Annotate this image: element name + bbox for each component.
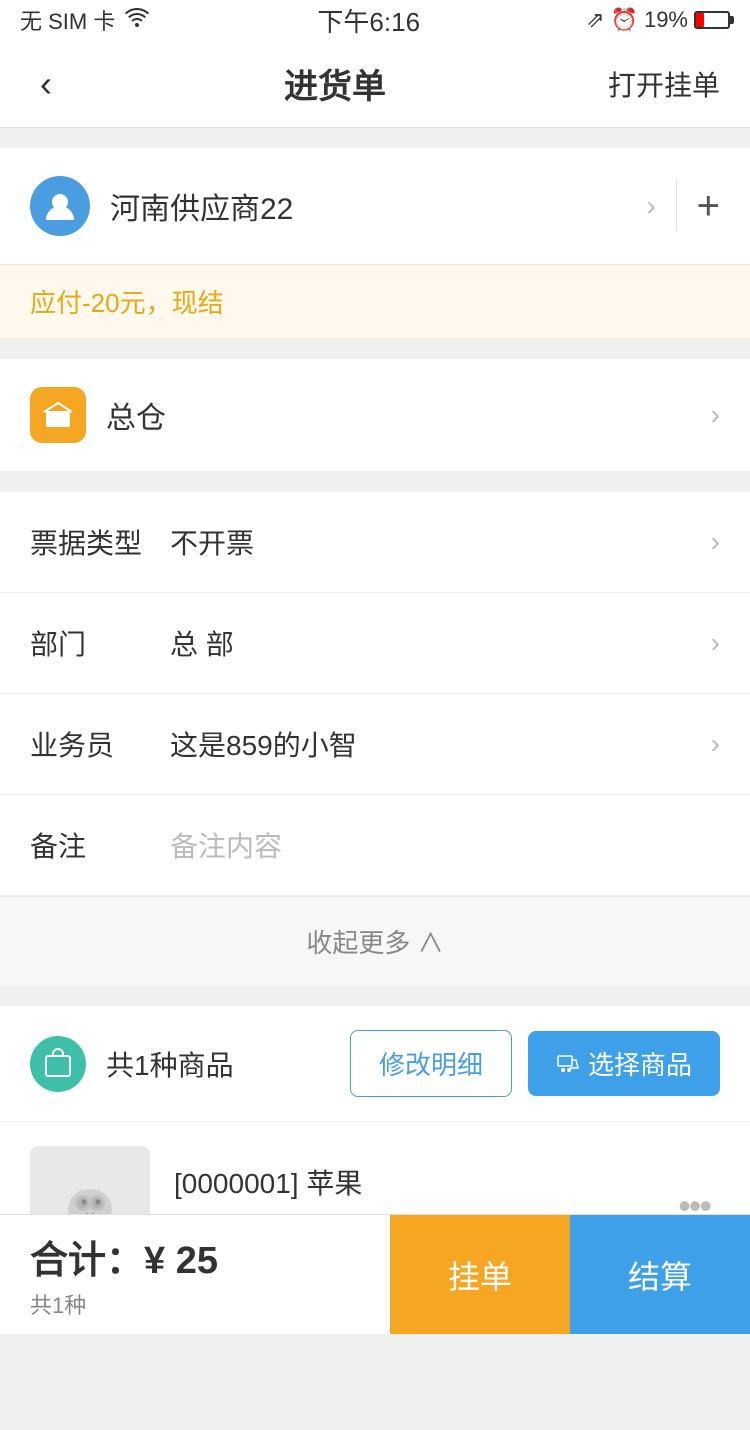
add-supplier-button[interactable]: + (697, 184, 720, 229)
warehouse-row[interactable]: 总仓 › (0, 359, 750, 472)
warehouse-icon (30, 387, 86, 443)
status-left: 无 SIM 卡 (20, 4, 151, 36)
supplier-divider (676, 181, 677, 231)
status-time: 下午6:16 (317, 2, 420, 39)
supplier-avatar (30, 176, 90, 236)
battery-icon (694, 11, 730, 29)
product-header: 共1种商品 修改明细 选择商品 (0, 1006, 750, 1121)
dept-arrow-icon: › (711, 627, 720, 659)
product-icon (30, 1036, 86, 1092)
nav-bar: ‹ 进货单 打开挂单 (0, 40, 750, 128)
checkout-button[interactable]: 结算 (570, 1215, 750, 1334)
hang-order-button[interactable]: 挂单 (390, 1215, 570, 1334)
invoice-type-label: 票据类型 (30, 522, 150, 562)
battery-percent: 19% (644, 7, 688, 33)
total-section: 合计：¥ 25 共1种 (0, 1215, 390, 1334)
supplier-name: 河南供应商22 (110, 184, 646, 228)
supplier-row[interactable]: 河南供应商22 › + (0, 148, 750, 264)
bottom-bar: 合计：¥ 25 共1种 挂单 结算 (0, 1214, 750, 1334)
dept-value: 总 部 (150, 623, 711, 663)
hang-order-label: 挂单 (448, 1252, 512, 1298)
page-title: 进货单 (284, 59, 386, 108)
status-bar: 无 SIM 卡 下午6:16 ⇗ ⏰ 19% (0, 0, 750, 40)
product-code: [0000001] (174, 1168, 299, 1199)
invoice-type-arrow-icon: › (711, 526, 720, 558)
sales-value: 这是859的小智 (150, 724, 711, 764)
product-title: 苹果 (306, 1168, 362, 1199)
remark-input[interactable]: 备注内容 (150, 825, 720, 865)
wifi-icon (123, 7, 151, 33)
sales-row[interactable]: 业务员 这是859的小智 › (0, 694, 750, 795)
collapse-label: 收起更多 ∧ (306, 928, 443, 958)
warehouse-name: 总仓 (106, 393, 711, 437)
select-product-button[interactable]: 选择商品 (528, 1031, 720, 1096)
remark-label: 备注 (30, 825, 150, 865)
dept-label: 部门 (30, 623, 150, 663)
remark-row[interactable]: 备注 备注内容 (0, 795, 750, 896)
alarm-icon: ⏰ (611, 7, 638, 33)
form-section: 票据类型 不开票 › 部门 总 部 › 业务员 这是859的小智 › 备注 备注… (0, 492, 750, 896)
invoice-type-value: 不开票 (150, 522, 711, 562)
total-amount: 合计：¥ 25 (30, 1229, 360, 1284)
total-value: ¥ 25 (144, 1240, 218, 1282)
product-name: [0000001] 苹果 (174, 1162, 668, 1202)
total-count: 共1种 (30, 1288, 360, 1320)
carrier-text: 无 SIM 卡 (20, 4, 115, 36)
total-label: 合计： (30, 1240, 144, 1282)
sales-arrow-icon: › (711, 728, 720, 760)
invoice-type-row[interactable]: 票据类型 不开票 › (0, 492, 750, 593)
status-right: ⇗ ⏰ 19% (586, 7, 730, 33)
warehouse-arrow-icon: › (711, 399, 720, 431)
product-count: 共1种商品 (106, 1044, 350, 1084)
back-button[interactable]: ‹ (30, 53, 62, 115)
notice-bar: 应付-20元，现结 (0, 264, 750, 339)
sales-label: 业务员 (30, 724, 150, 764)
collapse-bar[interactable]: 收起更多 ∧ (0, 896, 750, 986)
edit-detail-button[interactable]: 修改明细 (350, 1030, 512, 1097)
dept-row[interactable]: 部门 总 部 › (0, 593, 750, 694)
location-icon: ⇗ (586, 7, 604, 33)
notice-text: 应付-20元，现结 (30, 288, 224, 318)
warehouse-section: 总仓 › (0, 359, 750, 472)
supplier-arrow-icon: › (646, 190, 655, 222)
select-product-label: 选择商品 (588, 1045, 692, 1082)
supplier-section: 河南供应商22 › + 应付-20元，现结 (0, 148, 750, 339)
checkout-label: 结算 (628, 1252, 692, 1298)
cart-icon (556, 1052, 580, 1076)
open-pending-button[interactable]: 打开挂单 (608, 64, 720, 104)
